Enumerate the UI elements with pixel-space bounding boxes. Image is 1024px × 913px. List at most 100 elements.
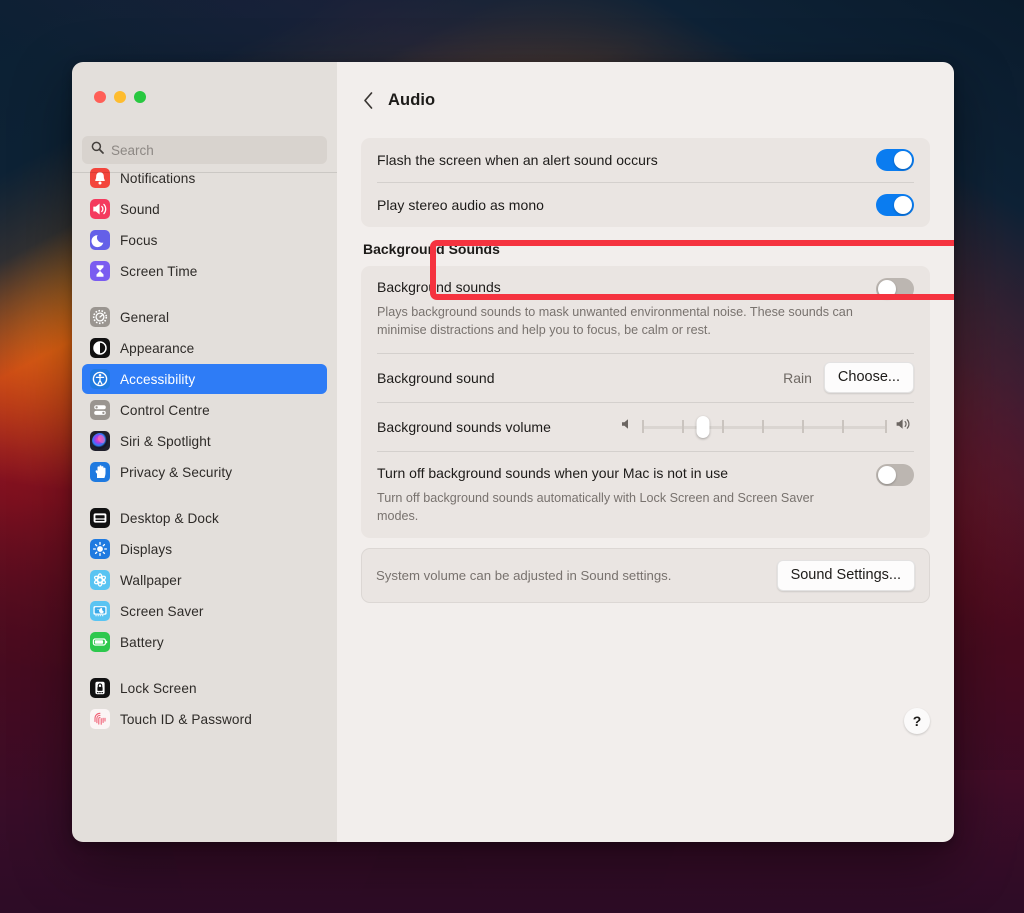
accessibility-icon: [90, 369, 110, 389]
sidebar-item-label: Accessibility: [120, 371, 196, 387]
sidebar-item-displays[interactable]: Displays: [82, 534, 327, 564]
sidebar-item-accessibility[interactable]: Accessibility: [82, 364, 327, 394]
row-background-sounds-volume: Background sounds volume: [361, 403, 930, 451]
sidebar-item-focus[interactable]: Focus: [82, 225, 327, 255]
sound-settings-note-text: System volume can be adjusted in Sound s…: [376, 568, 672, 583]
detail-pane: Audio Flash the screen when an alert sou…: [337, 62, 954, 842]
flash-screen-toggle[interactable]: [876, 149, 914, 171]
volume-slider-group[interactable]: [620, 415, 914, 438]
background-sounds-card: Background sounds Plays background sound…: [361, 266, 930, 538]
speaker-low-icon: [620, 417, 634, 436]
general-icon: [90, 307, 110, 327]
sidebar-item-label: Privacy & Security: [120, 464, 233, 480]
close-button[interactable]: [94, 91, 106, 103]
turn-off-background-sounds-toggle[interactable]: [876, 463, 914, 486]
sound-settings-note: System volume can be adjusted in Sound s…: [361, 548, 930, 603]
search-container: Search: [82, 136, 327, 164]
background-sounds-volume-label: Background sounds volume: [377, 418, 551, 435]
background-sounds-section-title: Background Sounds: [363, 241, 500, 257]
siri-spotlight-icon: [90, 431, 110, 451]
back-button[interactable]: [363, 91, 374, 110]
search-icon: [91, 141, 104, 159]
sidebar-item-label: Displays: [120, 541, 173, 557]
sidebar-item-label: Battery: [120, 634, 164, 650]
sidebar-scroll-area[interactable]: NetworkNotificationsSoundFocusScreen Tim…: [72, 166, 337, 842]
sidebar-item-general[interactable]: General: [82, 302, 327, 332]
system-settings-window: Search NetworkNotificationsSoundFocusScr…: [72, 62, 954, 842]
sidebar-item-lock-screen[interactable]: Lock Screen: [82, 673, 327, 703]
desktop-wallpaper: Search NetworkNotificationsSoundFocusScr…: [0, 0, 1024, 913]
speaker-high-icon: [895, 417, 914, 436]
appearance-icon: [90, 338, 110, 358]
row-flash-screen[interactable]: Flash the screen when an alert sound occ…: [361, 138, 930, 182]
detail-header: Audio: [361, 62, 930, 138]
search-input-placeholder: Search: [111, 142, 154, 158]
volume-slider[interactable]: [642, 415, 887, 438]
sidebar-item-siri-spotlight[interactable]: Siri & Spotlight: [82, 426, 327, 456]
sidebar-item-label: Lock Screen: [120, 680, 197, 696]
sidebar-item-label: General: [120, 309, 170, 325]
sidebar-item-desktop-dock[interactable]: Desktop & Dock: [82, 503, 327, 533]
turn-off-background-sounds-description: Turn off background sounds automatically…: [377, 490, 814, 523]
sidebar-item-label: Control Centre: [120, 402, 210, 418]
sidebar-item-battery[interactable]: Battery: [82, 627, 327, 657]
sidebar-divider: [72, 172, 337, 173]
window-controls: [94, 91, 146, 103]
background-sounds-toggle[interactable]: [876, 278, 914, 300]
row-stereo-as-mono[interactable]: Play stereo audio as mono: [361, 183, 930, 227]
screen-time-icon: [90, 261, 110, 281]
sidebar: Search NetworkNotificationsSoundFocusScr…: [72, 62, 337, 842]
stereo-as-mono-toggle[interactable]: [876, 194, 914, 216]
sidebar-item-label: Screen Time: [120, 263, 198, 279]
sidebar-item-screen-time[interactable]: Screen Time: [82, 256, 327, 286]
focus-icon: [90, 230, 110, 250]
background-sounds-label: Background sounds: [377, 279, 501, 295]
sidebar-item-control-centre[interactable]: Control Centre: [82, 395, 327, 425]
sidebar-item-wallpaper[interactable]: Wallpaper: [82, 565, 327, 595]
sidebar-item-label: Wallpaper: [120, 572, 182, 588]
displays-icon: [90, 539, 110, 559]
turn-off-background-sounds-label: Turn off background sounds when your Mac…: [377, 464, 728, 481]
minimize-button[interactable]: [114, 91, 126, 103]
volume-slider-knob[interactable]: [696, 415, 710, 438]
sidebar-item-label: Appearance: [120, 340, 195, 356]
notifications-icon: [90, 168, 110, 188]
wallpaper-icon: [90, 570, 110, 590]
sidebar-item-label: Focus: [120, 232, 158, 248]
page-title: Audio: [388, 90, 436, 109]
alerts-card: Flash the screen when an alert sound occ…: [361, 138, 930, 227]
lock-screen-icon: [90, 678, 110, 698]
sound-settings-button[interactable]: Sound Settings...: [776, 560, 915, 591]
sidebar-item-appearance[interactable]: Appearance: [82, 333, 327, 363]
help-button[interactable]: ?: [904, 708, 930, 734]
sidebar-item-label: Sound: [120, 201, 160, 217]
control-centre-icon: [90, 400, 110, 420]
desktop-dock-icon: [90, 508, 110, 528]
screen-saver-icon: [90, 601, 110, 621]
background-sound-value: Rain: [783, 369, 812, 386]
row-flash-screen-label: Flash the screen when an alert sound occ…: [377, 152, 658, 168]
sidebar-item-sound[interactable]: Sound: [82, 194, 327, 224]
sidebar-item-screen-saver[interactable]: Screen Saver: [82, 596, 327, 626]
touch-id-icon: [90, 709, 110, 729]
choose-button[interactable]: Choose...: [823, 362, 914, 393]
sidebar-item-label: Desktop & Dock: [120, 510, 219, 526]
search-field[interactable]: Search: [82, 136, 327, 164]
battery-icon: [90, 632, 110, 652]
row-background-sound[interactable]: Background sound Rain Choose...: [361, 354, 930, 402]
background-sound-label: Background sound: [377, 369, 495, 386]
sidebar-item-label: Siri & Spotlight: [120, 433, 211, 449]
sidebar-item-label: Screen Saver: [120, 603, 204, 619]
privacy-security-icon: [90, 462, 110, 482]
sidebar-item-privacy-security[interactable]: Privacy & Security: [82, 457, 327, 487]
sidebar-item-notifications[interactable]: Notifications: [82, 166, 327, 193]
zoom-button[interactable]: [134, 91, 146, 103]
row-turn-off-background-sounds[interactable]: Turn off background sounds when your Mac…: [361, 452, 930, 539]
row-background-sounds[interactable]: Background sounds Plays background sound…: [361, 266, 930, 353]
sidebar-item-touch-id-password[interactable]: Touch ID & Password: [82, 704, 327, 734]
background-sounds-description: Plays background sounds to mask unwanted…: [377, 305, 853, 338]
row-stereo-as-mono-label: Play stereo audio as mono: [377, 197, 545, 213]
